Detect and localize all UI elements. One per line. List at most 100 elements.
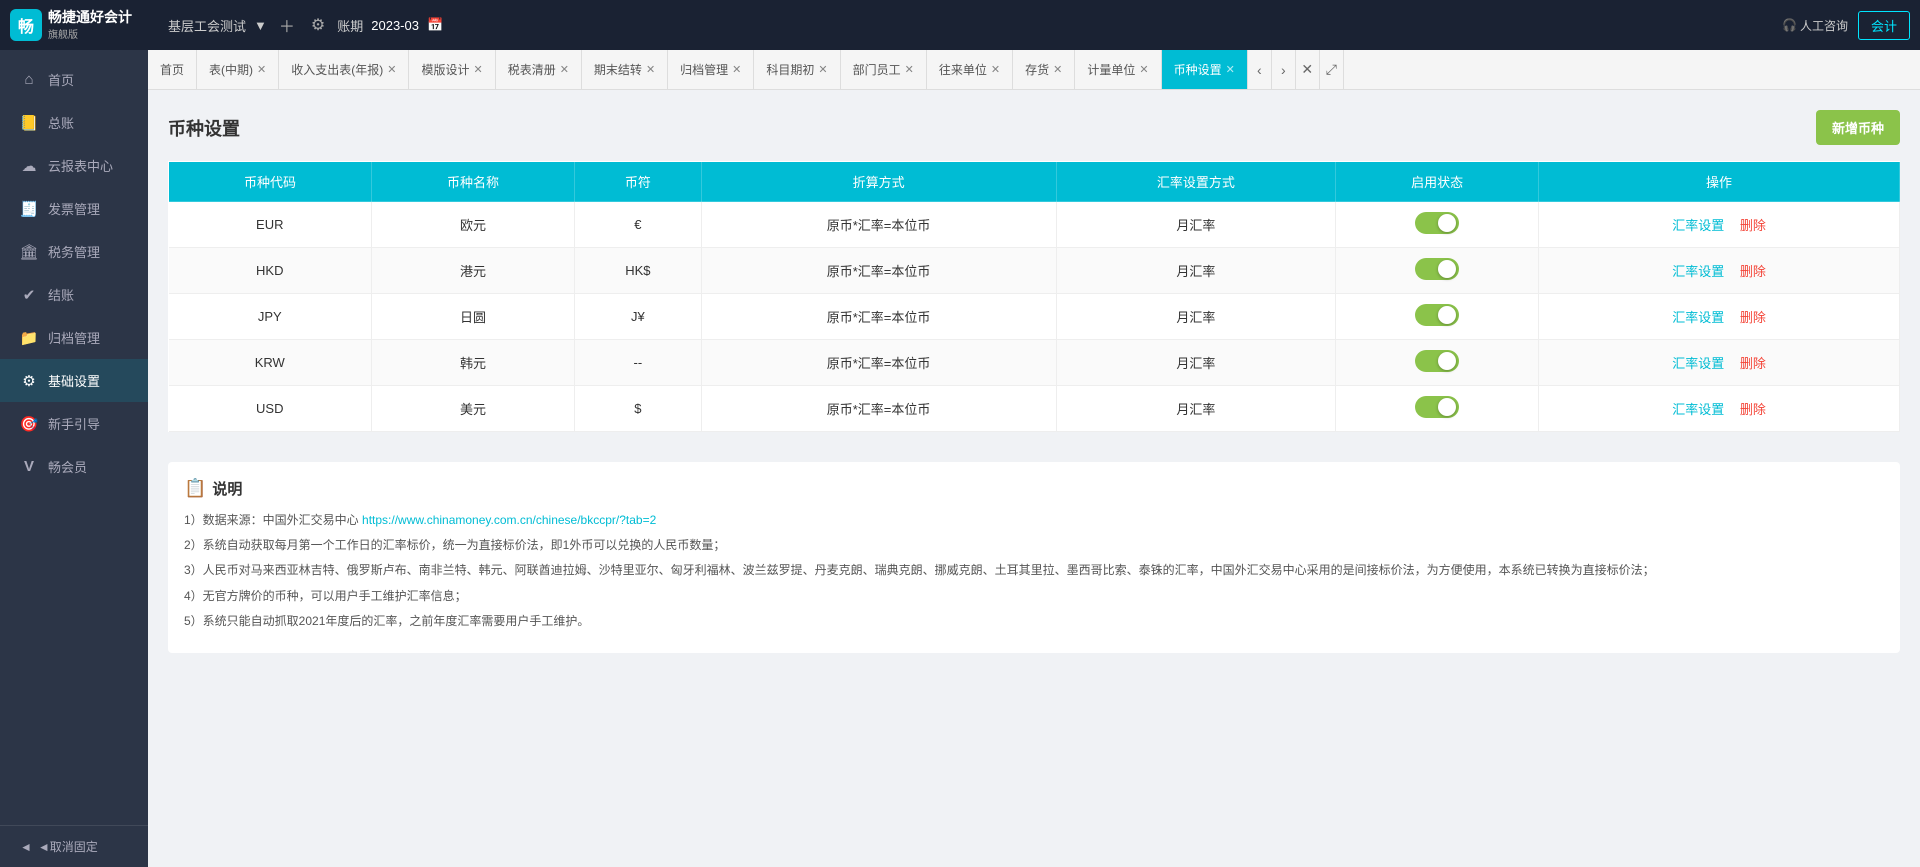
cell-calc: 原币*汇率=本位币 [701, 340, 1056, 386]
sidebar-item-home[interactable]: ⌂ 首页 [0, 58, 148, 101]
col-symbol: 币符 [575, 162, 702, 202]
cell-actions: 汇率设置 删除 [1539, 386, 1900, 432]
tab-taxclear[interactable]: 税表清册 ✕ [496, 50, 582, 90]
cell-symbol: € [575, 202, 702, 248]
tab-close-all[interactable]: ✕ [1296, 50, 1320, 90]
table-row: EUR 欧元 € 原币*汇率=本位币 月汇率 汇率设置 删除 [169, 202, 1900, 248]
content-area: 首页 表(中期) ✕ 收入支出表(年报) ✕ 模版设计 ✕ 税表清册 ✕ 期末结… [148, 50, 1920, 867]
tab-close-income[interactable]: ✕ [387, 63, 396, 76]
tab-unit[interactable]: 计量单位 ✕ [1075, 50, 1161, 90]
sidebar-item-tax[interactable]: 🏛 税务管理 [0, 230, 148, 273]
table-row: HKD 港元 HK$ 原币*汇率=本位币 月汇率 汇率设置 删除 [169, 248, 1900, 294]
delete-link[interactable]: 删除 [1740, 310, 1766, 325]
tab-archive-mgr[interactable]: 归档管理 ✕ [668, 50, 754, 90]
tab-close-archive-mgr[interactable]: ✕ [732, 63, 741, 76]
sidebar-label-home: 首页 [48, 70, 74, 89]
tab-nav-right[interactable]: › [1272, 50, 1296, 90]
cell-code: EUR [169, 202, 372, 248]
rate-setting-link[interactable]: 汇率设置 [1672, 356, 1724, 371]
col-status: 启用状态 [1336, 162, 1539, 202]
tab-currency[interactable]: 币种设置 ✕ [1162, 50, 1248, 90]
home-icon: ⌂ [20, 71, 38, 89]
notes-icon: 📋 [184, 478, 206, 499]
tab-close-dept[interactable]: ✕ [905, 63, 914, 76]
sidebar-item-reports[interactable]: ☁ 云报表中心 [0, 144, 148, 187]
currency-table: 币种代码 币种名称 币符 折算方式 汇率设置方式 启用状态 操作 EUR 欧元 … [168, 161, 1900, 432]
sidebar-item-ledger[interactable]: 📒 总账 [0, 101, 148, 144]
cell-status [1336, 386, 1539, 432]
sidebar-pin-toggle[interactable]: ◄ ◄取消固定 [0, 825, 148, 867]
notes-link[interactable]: https://www.chinamoney.com.cn/chinese/bk… [362, 513, 656, 527]
main-layout: ⌂ 首页 📒 总账 ☁ 云报表中心 🧾 发票管理 🏛 税务管理 ✔ 结账 [0, 50, 1920, 867]
toggle-enabled[interactable] [1415, 304, 1459, 326]
sidebar-item-invoice[interactable]: 🧾 发票管理 [0, 187, 148, 230]
tab-period-end[interactable]: 期末结转 ✕ [582, 50, 668, 90]
settings-icon[interactable]: ⚙ [307, 11, 329, 39]
cell-name: 港元 [372, 248, 575, 294]
page-content: 币种设置 新增币种 币种代码 币种名称 币符 折算方式 汇率设置方式 启用状态 … [148, 90, 1920, 867]
tab-dept[interactable]: 部门员工 ✕ [841, 50, 927, 90]
tab-inventory[interactable]: 存货 ✕ [1013, 50, 1075, 90]
new-currency-button[interactable]: 新增币种 [1816, 110, 1900, 145]
tab-close-subject[interactable]: ✕ [818, 63, 827, 76]
cell-symbol: $ [575, 386, 702, 432]
account-button[interactable]: 会计 [1858, 11, 1910, 40]
headset-icon: 🎧 [1782, 18, 1797, 32]
cell-rate-type: 月汇率 [1056, 202, 1336, 248]
basic-icon: ⚙ [20, 372, 38, 390]
rate-setting-link[interactable]: 汇率设置 [1672, 310, 1724, 325]
tab-bar: 首页 表(中期) ✕ 收入支出表(年报) ✕ 模版设计 ✕ 税表清册 ✕ 期末结… [148, 50, 1920, 90]
cell-rate-type: 月汇率 [1056, 248, 1336, 294]
tab-income[interactable]: 收入支出表(年报) ✕ [279, 50, 409, 90]
calendar-icon[interactable]: 📅 [427, 17, 443, 33]
tab-home[interactable]: 首页 [148, 50, 197, 90]
tab-expand[interactable]: ⤢ [1320, 50, 1344, 90]
sidebar-item-guide[interactable]: 🎯 新手引导 [0, 402, 148, 445]
table-row: USD 美元 $ 原币*汇率=本位币 月汇率 汇率设置 删除 [169, 386, 1900, 432]
tab-close-currency[interactable]: ✕ [1226, 63, 1235, 76]
tab-nav-left[interactable]: ‹ [1248, 50, 1272, 90]
sidebar-item-archive[interactable]: 📁 归档管理 [0, 316, 148, 359]
tab-close-template[interactable]: ✕ [473, 63, 482, 76]
tab-close-unit[interactable]: ✕ [1139, 63, 1148, 76]
tab-template[interactable]: 模版设计 ✕ [409, 50, 495, 90]
add-tab-icon[interactable]: ＋ [275, 9, 299, 41]
cell-rate-type: 月汇率 [1056, 294, 1336, 340]
sidebar-item-vip[interactable]: V 畅会员 [0, 445, 148, 488]
delete-link[interactable]: 删除 [1740, 356, 1766, 371]
support-button[interactable]: 🎧 人工咨询 [1782, 17, 1848, 34]
cell-status [1336, 202, 1539, 248]
tab-close-inventory[interactable]: ✕ [1053, 63, 1062, 76]
org-dropdown-icon[interactable]: ▼ [254, 18, 267, 33]
cell-calc: 原币*汇率=本位币 [701, 202, 1056, 248]
cell-name: 日圆 [372, 294, 575, 340]
delete-link[interactable]: 删除 [1740, 264, 1766, 279]
tab-close-balance[interactable]: ✕ [257, 63, 266, 76]
tab-close-partner[interactable]: ✕ [991, 63, 1000, 76]
delete-link[interactable]: 删除 [1740, 402, 1766, 417]
cell-rate-type: 月汇率 [1056, 340, 1336, 386]
period-label: 账期 [337, 16, 363, 35]
notes-list: 1）数据来源：中国外汇交易中心 https://www.chinamoney.c… [184, 511, 1884, 631]
toggle-enabled[interactable] [1415, 258, 1459, 280]
sidebar-item-settlement[interactable]: ✔ 结账 [0, 273, 148, 316]
toggle-enabled[interactable] [1415, 350, 1459, 372]
tab-balance[interactable]: 表(中期) ✕ [197, 50, 279, 90]
top-bar-actions: 🎧 人工咨询 会计 [1782, 11, 1910, 40]
tab-close-taxclear[interactable]: ✕ [560, 63, 569, 76]
sidebar-item-basic[interactable]: ⚙ 基础设置 [0, 359, 148, 402]
rate-setting-link[interactable]: 汇率设置 [1672, 218, 1724, 233]
rate-setting-link[interactable]: 汇率设置 [1672, 264, 1724, 279]
cell-actions: 汇率设置 删除 [1539, 294, 1900, 340]
table-row: JPY 日圆 J¥ 原币*汇率=本位币 月汇率 汇率设置 删除 [169, 294, 1900, 340]
tab-close-period-end[interactable]: ✕ [646, 63, 655, 76]
tab-partner[interactable]: 往来单位 ✕ [927, 50, 1013, 90]
rate-setting-link[interactable]: 汇率设置 [1672, 402, 1724, 417]
delete-link[interactable]: 删除 [1740, 218, 1766, 233]
cell-calc: 原币*汇率=本位币 [701, 386, 1056, 432]
sidebar-label-guide: 新手引导 [48, 414, 100, 433]
sidebar-label-tax: 税务管理 [48, 242, 100, 261]
tab-subject[interactable]: 科目期初 ✕ [754, 50, 840, 90]
toggle-enabled[interactable] [1415, 396, 1459, 418]
toggle-enabled[interactable] [1415, 212, 1459, 234]
